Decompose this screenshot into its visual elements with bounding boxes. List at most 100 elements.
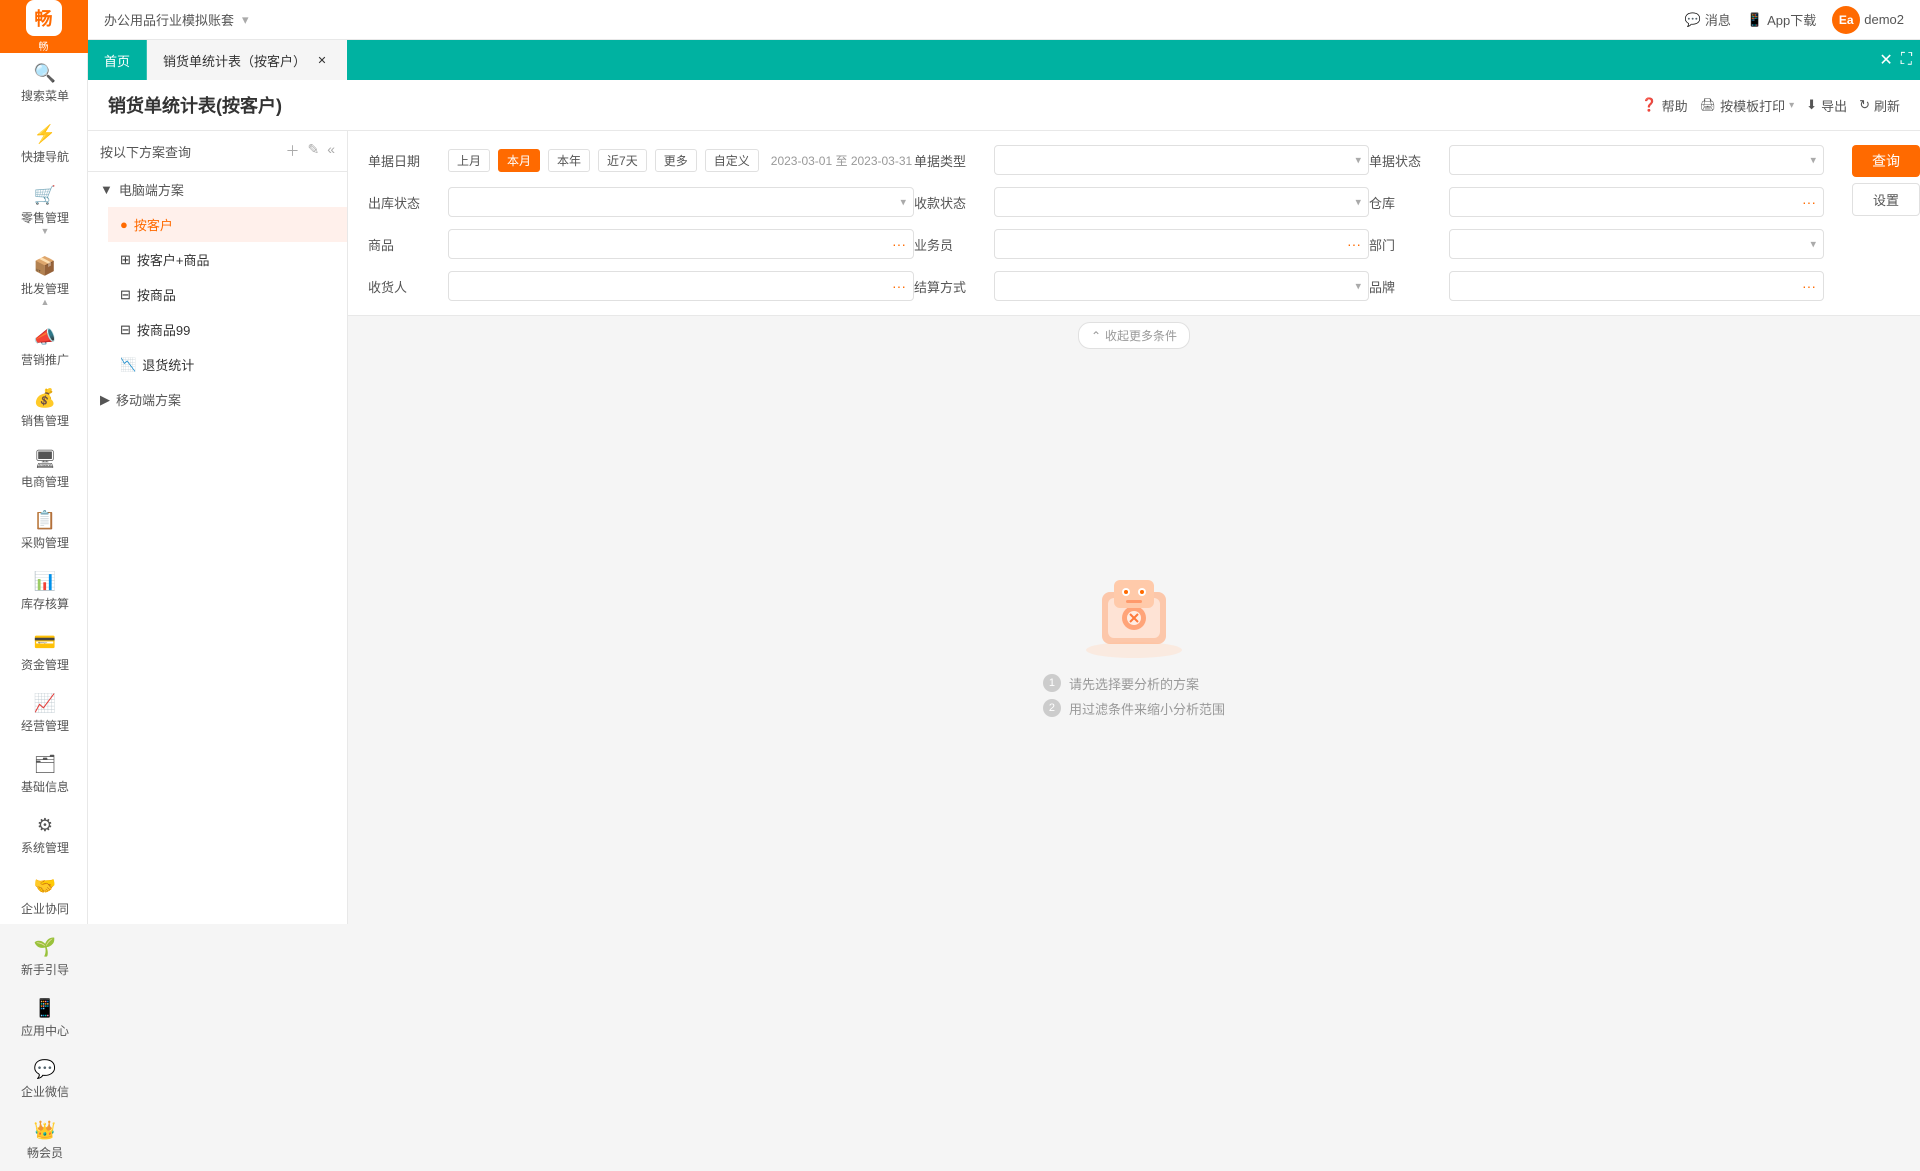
sidebar-item-appcenter[interactable]: 📱 应用中心	[0, 988, 88, 1049]
collapse-button[interactable]: ⌃ 收起更多条件	[1078, 322, 1190, 349]
home-tab-label: 首页	[104, 51, 130, 70]
collapse-panel-icon[interactable]: «	[327, 141, 335, 161]
receipt-status-select[interactable]	[994, 187, 1369, 217]
salesperson-input-wrap	[994, 229, 1369, 259]
close-tab-icon[interactable]: ✕	[314, 52, 330, 68]
sidebar-item-operation[interactable]: 📈 经营管理	[0, 683, 88, 744]
sidebar-item-label: 营销推广	[21, 351, 69, 368]
sidebar-item-label: 资金管理	[21, 656, 69, 673]
sidebar-item-newbie[interactable]: 🌱 新手引导	[0, 927, 88, 988]
ecommerce-icon: 🖥	[34, 449, 57, 470]
refresh-button[interactable]: ↻ 刷新	[1859, 96, 1900, 115]
sidebar-item-label: 畅会员	[27, 1144, 63, 1161]
sidebar-item-wholesale[interactable]: 📦 批发管理 ▲	[0, 246, 88, 317]
sidebar-item-member[interactable]: 👑 畅会员	[0, 1110, 88, 1171]
sidebar-item-purchase[interactable]: 📋 采购管理	[0, 500, 88, 561]
sidebar-item-marketing[interactable]: 📣 营销推广	[0, 317, 88, 378]
sidebar-item-wechat[interactable]: 💬 企业微信	[0, 1049, 88, 1110]
doc-type-select[interactable]	[994, 145, 1369, 175]
sidebar-item-basics[interactable]: 🗂 基础信息	[0, 744, 88, 805]
product-label: 商品	[368, 235, 448, 254]
app-title: 办公用品行业模拟账套	[104, 10, 234, 29]
maximize-icon[interactable]: ⛶	[1901, 51, 1912, 69]
settings-button[interactable]: 设置	[1852, 183, 1920, 216]
message-button[interactable]: 💬 消息	[1685, 10, 1731, 29]
warehouse-input-wrap	[1449, 187, 1824, 217]
date-btn-this-year[interactable]: 本年	[548, 149, 590, 172]
dropdown-icon[interactable]: ▾	[242, 12, 249, 28]
tree-group-desktop[interactable]: ▼ 电脑端方案	[88, 172, 347, 207]
add-scheme-icon[interactable]: ＋	[285, 141, 299, 161]
left-panel-title: 按以下方案查询	[100, 142, 191, 161]
sidebar-item-inventory[interactable]: 📊 库存核算	[0, 561, 88, 622]
tab-report[interactable]: 销货单统计表（按客户） ✕	[147, 40, 347, 80]
scheme-by-product99[interactable]: ⊟ 按商品99	[108, 312, 347, 347]
warehouse-input[interactable]	[1449, 187, 1824, 217]
sidebar-item-shortcut[interactable]: ⚡ 快捷导航	[0, 114, 88, 175]
settlement-select-wrap	[994, 271, 1369, 301]
app-download-button[interactable]: 📱 App下载	[1747, 10, 1816, 29]
filter-row-4: 收货人 结算方式 品牌	[368, 271, 1824, 301]
scheme-customer-product[interactable]: ⊞ 按客户+商品	[108, 242, 347, 277]
receiver-input[interactable]	[448, 271, 914, 301]
export-icon: ⬇	[1806, 97, 1817, 113]
receiver-filter: 收货人	[368, 271, 914, 301]
marketing-icon: 📣	[34, 327, 56, 348]
scheme-return-stats[interactable]: 📉 退货统计	[108, 347, 347, 382]
scheme-by-customer[interactable]: ● 按客户	[108, 207, 347, 242]
tab-home[interactable]: 首页	[88, 40, 147, 80]
logo-icon: 畅	[26, 0, 62, 36]
edit-scheme-icon[interactable]: ✎	[307, 141, 319, 161]
sidebar-item-finance[interactable]: 💳 资金管理	[0, 622, 88, 683]
settlement-select[interactable]	[994, 271, 1369, 301]
left-panel-icons: ＋ ✎ «	[285, 141, 335, 161]
sidebar-item-retail[interactable]: 🛒 零售管理 ▼	[0, 175, 88, 246]
department-label: 部门	[1369, 235, 1449, 254]
topbar-left: 办公用品行业模拟账套 ▾	[104, 10, 249, 29]
product-input[interactable]	[448, 229, 914, 259]
filter-container: 单据日期 上月 本月 本年 近7天 更多 自定义 2023-03-01 至 20…	[348, 131, 1920, 316]
sidebar-item-sales[interactable]: 💰 销售管理	[0, 378, 88, 439]
department-select[interactable]	[1449, 229, 1824, 259]
print-button[interactable]: 🖨 按模板打印 ▾	[1700, 96, 1795, 115]
date-btn-last7[interactable]: 近7天	[598, 149, 647, 172]
scheme-icon: ⊞	[120, 252, 131, 268]
settlement-label: 结算方式	[914, 277, 994, 296]
brand-input-wrap	[1449, 271, 1824, 301]
sales-icon: 💰	[34, 388, 56, 409]
export-button[interactable]: ⬇ 导出	[1806, 96, 1847, 115]
help-button[interactable]: ❓ 帮助	[1641, 96, 1687, 115]
sidebar-item-ecommerce[interactable]: 🖥 电商管理	[0, 439, 88, 500]
out-status-select[interactable]	[448, 187, 914, 217]
date-btn-last-month[interactable]: 上月	[448, 149, 490, 172]
department-select-wrap	[1449, 229, 1824, 259]
print-dropdown-icon[interactable]: ▾	[1789, 100, 1794, 111]
filter-row-3: 商品 业务员 部门	[368, 229, 1824, 259]
sidebar-item-system[interactable]: ⚙ 系统管理	[0, 805, 88, 866]
sidebar-item-enterprise[interactable]: 🤝 企业协同	[0, 866, 88, 927]
query-button[interactable]: 查询	[1852, 145, 1920, 177]
salesperson-label: 业务员	[914, 235, 994, 254]
brand-input[interactable]	[1449, 271, 1824, 301]
date-btn-this-month[interactable]: 本月	[498, 149, 540, 172]
salesperson-input[interactable]	[994, 229, 1369, 259]
scheme-icon: ●	[120, 217, 128, 232]
receiver-input-wrap	[448, 271, 914, 301]
scheme-icon: ⊟	[120, 287, 131, 303]
scheme-by-product[interactable]: ⊟ 按商品	[108, 277, 347, 312]
receipt-status-select-wrap	[994, 187, 1369, 217]
tabs-right-actions: ✕ ⛶	[1879, 50, 1920, 70]
doc-status-select[interactable]	[1449, 145, 1824, 175]
close-window-icon[interactable]: ✕	[1879, 50, 1892, 70]
print-icon: 🖨	[1700, 97, 1717, 113]
empty-tips: 1 请先选择要分析的方案 2 用过滤条件来缩小分析范围	[1043, 674, 1225, 718]
page-actions: ❓ 帮助 🖨 按模板打印 ▾ ⬇ 导出 ↻ 刷新	[1641, 96, 1900, 115]
user-profile[interactable]: Ea demo2	[1832, 6, 1904, 34]
empty-illustration	[1074, 562, 1194, 662]
date-btn-custom[interactable]: 自定义	[705, 149, 759, 172]
sidebar-item-search[interactable]: 🔍 搜索菜单	[0, 53, 88, 114]
main-area: 办公用品行业模拟账套 ▾ 💬 消息 📱 App下载 Ea demo2 首页	[88, 0, 1920, 924]
help-icon: ❓	[1641, 97, 1657, 113]
tree-group-mobile[interactable]: ▶ 移动端方案	[88, 382, 347, 417]
date-btn-more[interactable]: 更多	[655, 149, 697, 172]
